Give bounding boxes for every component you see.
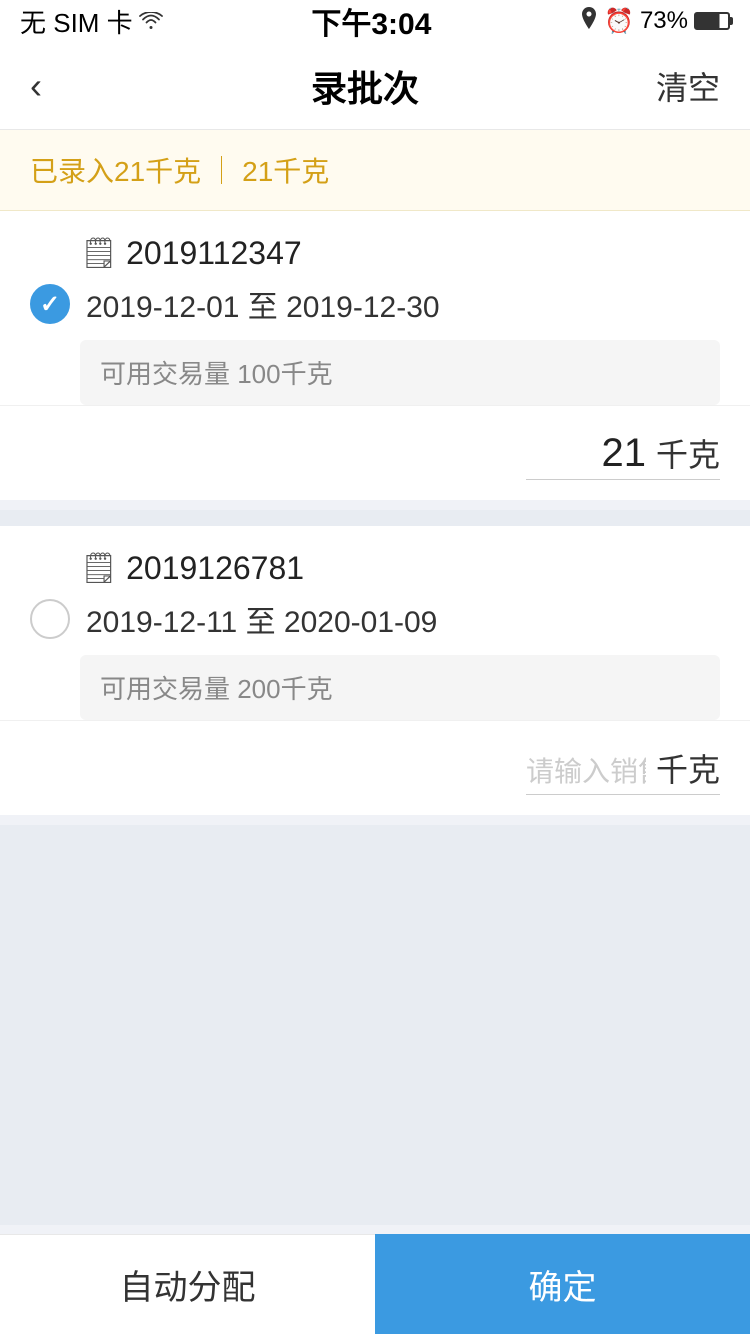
gray-area bbox=[0, 825, 750, 1225]
clear-button[interactable]: 清空 bbox=[640, 63, 720, 109]
batch-doc-icon-1: 🗒 bbox=[80, 236, 118, 271]
quantity-row-2: 千克 bbox=[0, 720, 750, 815]
batch-date-2: 2019-12-11 至 2020-01-09 bbox=[86, 597, 437, 641]
quantity-wrapper-1: 千克 bbox=[526, 430, 720, 480]
nav-bar: ‹ 录批次 清空 bbox=[0, 42, 750, 130]
auto-distribute-button[interactable]: 自动分配 bbox=[0, 1234, 375, 1334]
quantity-input-1[interactable] bbox=[526, 431, 646, 476]
info-banner: 已录入21千克 21千克 bbox=[0, 130, 750, 211]
section-separator bbox=[0, 510, 750, 526]
quantity-unit-2: 千克 bbox=[656, 745, 720, 791]
batch-id-2: 2019126781 bbox=[126, 550, 304, 587]
batch-doc-icon-2: 🗒 bbox=[80, 551, 118, 586]
status-time: 下午3:04 bbox=[311, 0, 431, 43]
battery-text: 73% bbox=[640, 7, 688, 35]
batch-availability-1: 可用交易量 100千克 bbox=[80, 340, 720, 405]
status-right: ⏰ 73% bbox=[580, 7, 730, 36]
wifi-icon bbox=[139, 6, 163, 37]
location-icon bbox=[580, 7, 598, 36]
batch-availability-2: 可用交易量 200千克 bbox=[80, 655, 720, 720]
quantity-input-2[interactable] bbox=[526, 746, 646, 791]
confirm-button[interactable]: 确定 bbox=[375, 1234, 750, 1334]
alarm-icon: ⏰ bbox=[604, 7, 634, 36]
batch-date-1: 2019-12-01 至 2019-12-30 bbox=[86, 282, 440, 326]
radio-btn-1[interactable] bbox=[30, 284, 70, 324]
status-bar: 无 SIM 卡 下午3:04 ⏰ 73% bbox=[0, 0, 750, 42]
carrier-text: 无 SIM 卡 bbox=[20, 3, 133, 40]
batch-id-1: 2019112347 bbox=[126, 235, 302, 272]
main-content: 🗒 2019112347 2019-12-01 至 2019-12-30 可用交… bbox=[0, 211, 750, 1325]
batch-row-1[interactable]: 2019-12-01 至 2019-12-30 bbox=[0, 282, 750, 340]
bottom-bar: 自动分配 确定 bbox=[0, 1234, 750, 1334]
batch-row-2[interactable]: 2019-12-11 至 2020-01-09 bbox=[0, 597, 750, 655]
radio-btn-2[interactable] bbox=[30, 599, 70, 639]
batch-card-2: 🗒 2019126781 2019-12-11 至 2020-01-09 可用交… bbox=[0, 526, 750, 815]
back-button[interactable]: ‹ bbox=[30, 65, 90, 107]
status-left: 无 SIM 卡 bbox=[20, 3, 163, 40]
recorded-label: 已录入21千克 bbox=[30, 150, 201, 190]
batch-header-1: 🗒 2019112347 bbox=[0, 211, 750, 282]
battery-icon bbox=[694, 12, 730, 30]
batch-header-2: 🗒 2019126781 bbox=[0, 526, 750, 597]
quantity-row-1: 千克 bbox=[0, 405, 750, 500]
quantity-unit-1: 千克 bbox=[656, 430, 720, 476]
batch-card-1: 🗒 2019112347 2019-12-01 至 2019-12-30 可用交… bbox=[0, 211, 750, 500]
info-value: 21千克 bbox=[242, 150, 329, 190]
quantity-wrapper-2: 千克 bbox=[526, 745, 720, 795]
info-divider bbox=[221, 156, 222, 184]
page-title: 录批次 bbox=[311, 60, 419, 112]
